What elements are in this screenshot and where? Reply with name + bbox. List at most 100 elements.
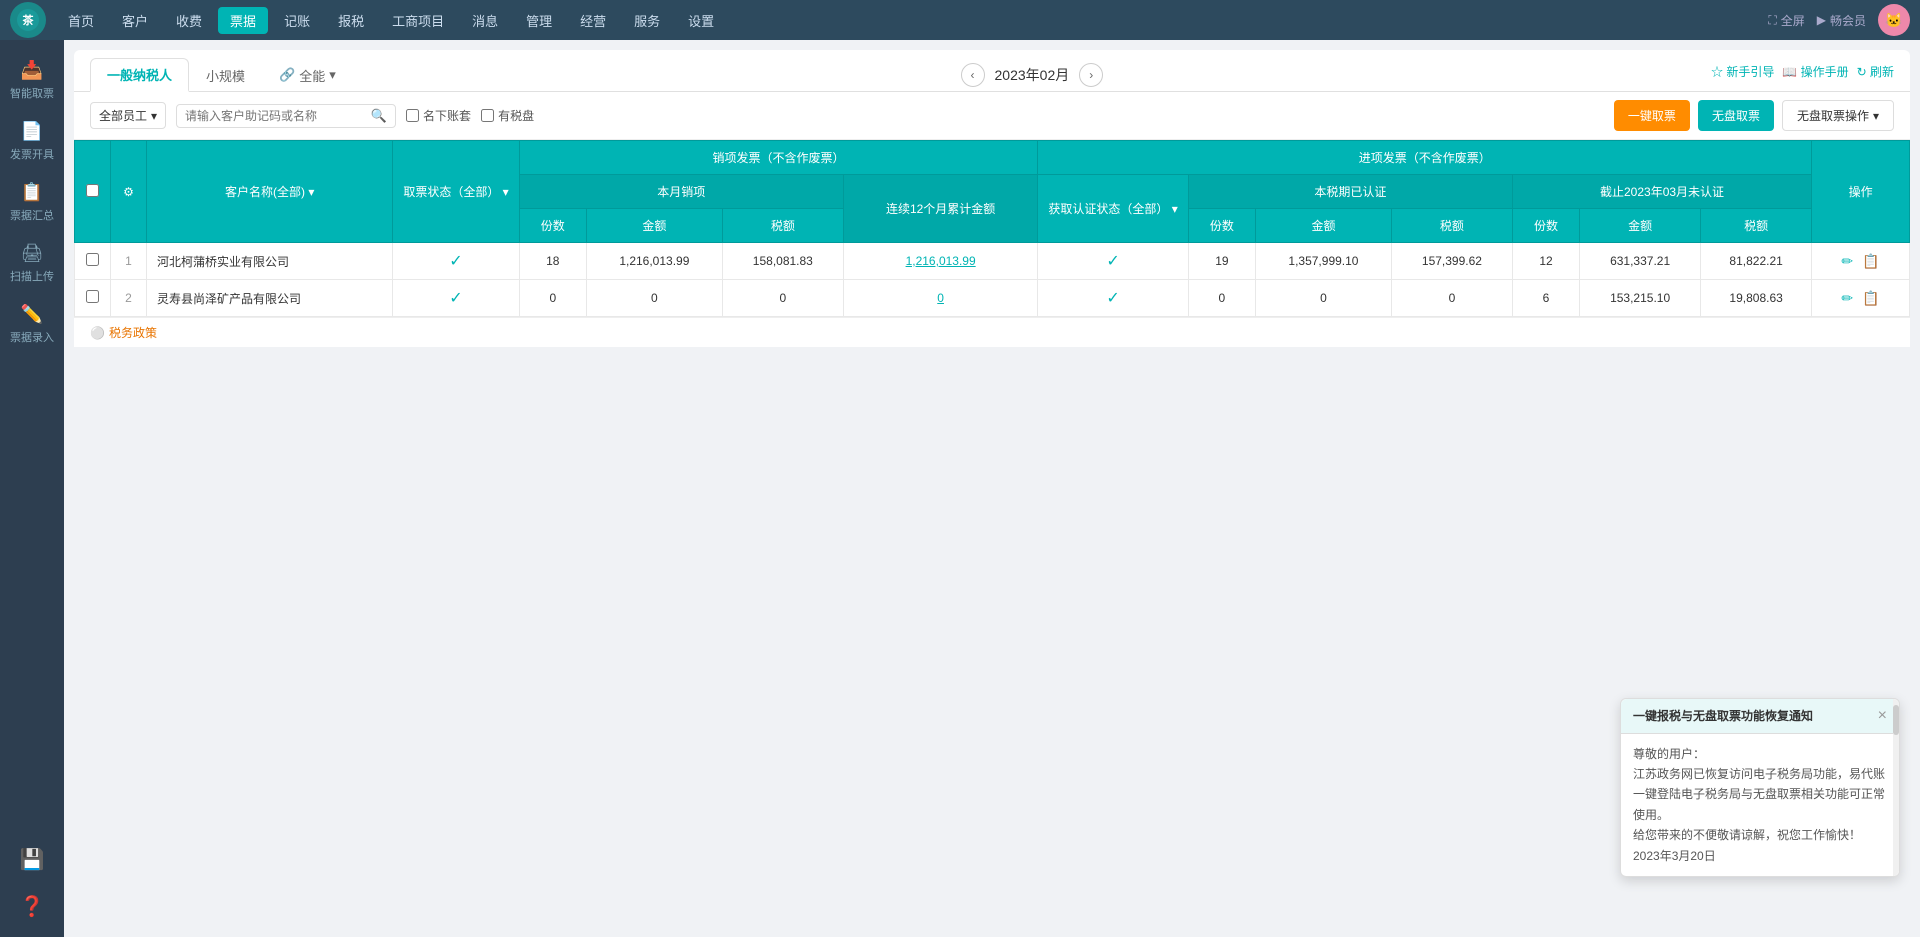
table-body: 1 河北柯蒲桥实业有限公司 ✓ 18 1,216,013.99 158,081.… xyxy=(75,243,1910,317)
tax-policy-link[interactable]: ⚪ 税务政策 xyxy=(90,324,157,341)
left-sidebar: 📥 智能取票 📄 发票开具 📋 票据汇总 🖨 扫描上传 ✏️ 票据录入 💾 ❓ xyxy=(0,40,64,937)
row-purchase-amount: 0 xyxy=(1255,280,1391,317)
nav-tax[interactable]: 报税 xyxy=(326,7,376,34)
sidebar-help-icon[interactable]: ❓ xyxy=(12,886,53,927)
sidebar-item-smart-fetch[interactable]: 📥 智能取票 xyxy=(0,50,64,111)
current-month-label: 2023年02月 xyxy=(995,65,1070,85)
nav-service[interactable]: 服务 xyxy=(622,7,672,34)
sidebar-bottom: 💾 ❓ xyxy=(12,839,53,937)
copy-icon[interactable]: 📋 xyxy=(1862,253,1879,269)
tab-all[interactable]: 🔗 全能 ▾ xyxy=(262,59,353,91)
sidebar-item-scan[interactable]: 🖨 扫描上传 xyxy=(0,233,64,294)
th-sales-invoice-group: 销项发票（不含作废票） xyxy=(519,141,1038,175)
sidebar-item-scan-label: 扫描上传 xyxy=(10,268,54,284)
th-checkbox xyxy=(75,141,111,243)
prev-month-button[interactable]: ‹ xyxy=(961,63,985,87)
row-sales-count: 18 xyxy=(519,243,586,280)
nav-invoice[interactable]: 票据 xyxy=(218,7,268,34)
sidebar-item-summary[interactable]: 📋 票据汇总 xyxy=(0,172,64,233)
no-disk-fetch-button[interactable]: 无盘取票 xyxy=(1698,100,1774,131)
edit-icon[interactable]: ✏ xyxy=(1841,290,1853,306)
tax-disk-checkbox[interactable] xyxy=(481,109,494,122)
notification-scrollbar[interactable] xyxy=(1893,699,1899,876)
no-disk-ops-label: 无盘取票操作 xyxy=(1797,107,1869,124)
row-checkbox[interactable] xyxy=(75,280,111,317)
sub-account-checkbox[interactable] xyxy=(406,109,419,122)
row-unverified-tax: 81,822.21 xyxy=(1701,243,1812,280)
customer-filter-icon[interactable]: ▾ xyxy=(308,185,314,199)
member-icon: ▶ xyxy=(1817,13,1826,27)
fullscreen-icon: ⛶ xyxy=(1768,13,1776,28)
nav-operations[interactable]: 经营 xyxy=(568,7,618,34)
notification-popup: 一键报税与无盘取票功能恢复通知 × 尊敬的用户：江苏政务网已恢复访问电子税务局功… xyxy=(1620,698,1900,877)
member-label: 畅会员 xyxy=(1830,12,1866,29)
sidebar-item-smart-fetch-label: 智能取票 xyxy=(10,85,54,101)
tabs-row: 一般纳税人 小规模 🔗 全能 ▾ ‹ 2023年02月 › ☆ 新手引导 📖 操… xyxy=(74,50,1910,91)
tab-all-dropdown-icon: ▾ xyxy=(329,67,336,83)
nav-manage[interactable]: 管理 xyxy=(514,7,564,34)
tax-policy-label: 税务政策 xyxy=(109,324,157,341)
app-logo: 茶 xyxy=(10,2,46,38)
main-table: ⚙ 客户名称(全部) ▾ 取票状态（全部） ▾ 销项发票（不含作废票） 进项发票 xyxy=(74,140,1910,317)
copy-icon[interactable]: 📋 xyxy=(1862,290,1879,306)
checkbox-tax-disk[interactable]: 有税盘 xyxy=(481,107,534,124)
invoice-issue-icon: 📄 xyxy=(21,121,43,142)
table-row: 1 河北柯蒲桥实业有限公司 ✓ 18 1,216,013.99 158,081.… xyxy=(75,243,1910,280)
next-month-button[interactable]: › xyxy=(1079,63,1103,87)
sidebar-download-icon[interactable]: 💾 xyxy=(12,839,53,880)
fullscreen-button[interactable]: ⛶ 全屏 xyxy=(1768,12,1804,29)
tab-small-scale[interactable]: 小规模 xyxy=(189,59,262,91)
row-unverified-tax: 19,808.63 xyxy=(1701,280,1812,317)
edit-icon[interactable]: ✏ xyxy=(1841,253,1853,269)
employee-select-label: 全部员工 xyxy=(99,107,147,124)
th-purchase-invoice-group: 进项发票（不含作废票） xyxy=(1038,141,1812,175)
nav-message[interactable]: 消息 xyxy=(460,7,510,34)
search-icon[interactable]: 🔍 xyxy=(371,108,387,124)
th-fetch-status[interactable]: 取票状态（全部） ▾ xyxy=(393,141,519,243)
nav-fee[interactable]: 收费 xyxy=(164,7,214,34)
select-all-checkbox[interactable] xyxy=(86,184,99,197)
notification-close-button[interactable]: × xyxy=(1878,707,1887,725)
fetch-status-filter-icon[interactable]: ▾ xyxy=(503,185,509,199)
user-avatar[interactable]: 🐱 xyxy=(1878,4,1910,36)
tax-policy-icon: ⚪ xyxy=(90,326,105,340)
sidebar-item-invoice-issue[interactable]: 📄 发票开具 xyxy=(0,111,64,172)
new-guide-button[interactable]: ☆ 新手引导 xyxy=(1711,63,1774,80)
row-sales-amount: 1,216,013.99 xyxy=(586,243,722,280)
checkbox-sub-account[interactable]: 名下账套 xyxy=(406,107,471,124)
row-actions: ✏ 📋 xyxy=(1812,243,1910,280)
search-input[interactable] xyxy=(185,109,371,123)
nav-settings[interactable]: 设置 xyxy=(676,7,726,34)
nav-business[interactable]: 工商项目 xyxy=(380,7,456,34)
th-sales-count: 份数 xyxy=(519,209,586,243)
row-fetch-status: ✓ xyxy=(393,243,519,280)
nav-client[interactable]: 客户 xyxy=(110,7,160,34)
th-customer-name[interactable]: 客户名称(全部) ▾ xyxy=(147,141,393,243)
smart-fetch-icon: 📥 xyxy=(21,60,43,81)
row-purchase-amount: 1,357,999.10 xyxy=(1255,243,1391,280)
notification-body: 尊敬的用户：江苏政务网已恢复访问电子税务局功能，易代账一键登陆电子税务局与无盘取… xyxy=(1621,734,1899,876)
no-disk-ops-button[interactable]: 无盘取票操作 ▾ xyxy=(1782,100,1894,131)
row-purchase-count: 19 xyxy=(1188,243,1255,280)
th-purchase-count: 份数 xyxy=(1188,209,1255,243)
nav-home[interactable]: 首页 xyxy=(56,7,106,34)
member-button[interactable]: ▶ 畅会员 xyxy=(1817,12,1866,29)
employee-select[interactable]: 全部员工 ▾ xyxy=(90,102,166,129)
th-verify-status[interactable]: 获取认证状态（全部） ▾ xyxy=(1038,175,1188,243)
th-purchase-amount: 金额 xyxy=(1255,209,1391,243)
sidebar-item-entry[interactable]: ✏️ 票据录入 xyxy=(0,294,64,355)
search-box[interactable]: 🔍 xyxy=(176,104,396,128)
row-checkbox[interactable] xyxy=(75,243,111,280)
refresh-button[interactable]: ↻ 刷新 xyxy=(1857,63,1894,80)
th-unverified-count: 份数 xyxy=(1512,209,1579,243)
tab-general-taxpayer[interactable]: 一般纳税人 xyxy=(90,58,189,92)
settings-icon[interactable]: ⚙ xyxy=(123,185,134,199)
th-consecutive12: 连续12个月累计金额 xyxy=(843,175,1038,243)
nav-accounting[interactable]: 记账 xyxy=(272,7,322,34)
one-key-fetch-button[interactable]: 一键取票 xyxy=(1614,100,1690,131)
sidebar-item-invoice-issue-label: 发票开具 xyxy=(10,146,54,162)
manual-button[interactable]: 📖 操作手册 xyxy=(1782,63,1848,80)
row-customer-name: 河北柯蒲桥实业有限公司 xyxy=(147,243,393,280)
verify-status-filter-icon[interactable]: ▾ xyxy=(1172,202,1178,216)
sub-account-label: 名下账套 xyxy=(423,107,471,124)
